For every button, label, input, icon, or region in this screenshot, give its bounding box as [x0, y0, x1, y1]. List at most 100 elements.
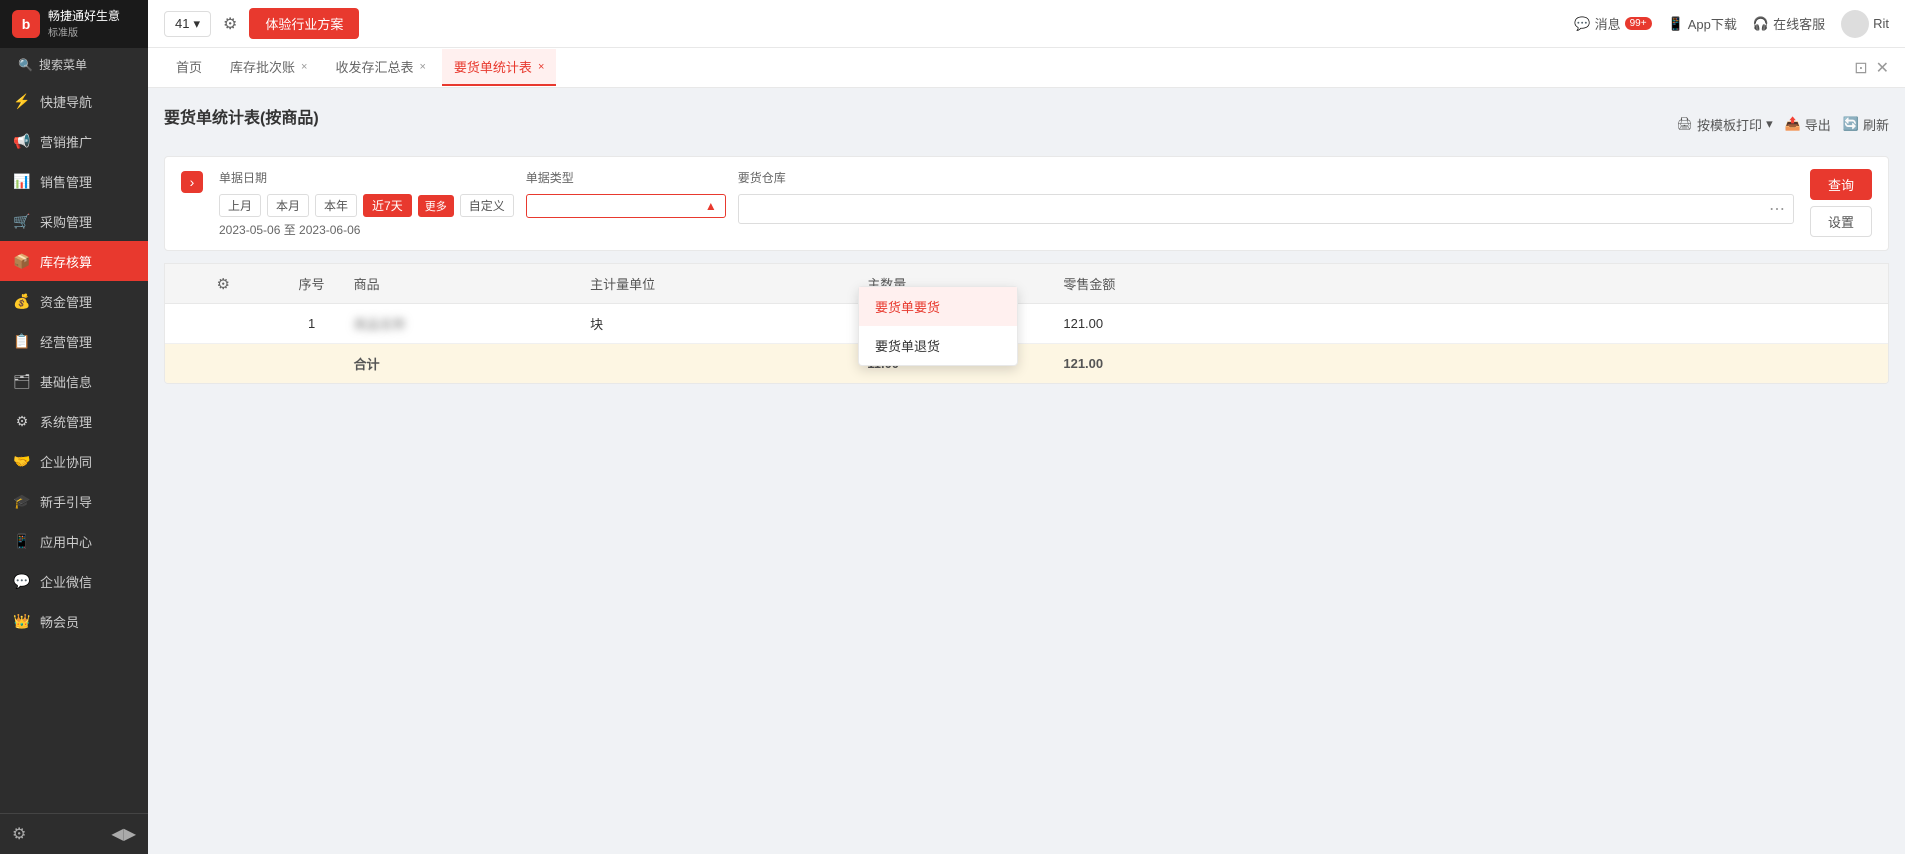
dropdown-item-order-goods-label: 要货单要货 [875, 300, 940, 315]
tab-bar: 首页 库存批次账 × 收发存汇总表 × 要货单统计表 × ⊡ ✕ [148, 48, 1905, 88]
type-select-arrow: ▲ [705, 199, 717, 213]
settings-bottom-icon[interactable]: ⚙ [12, 824, 26, 844]
app-center-label: 应用中心 [40, 532, 92, 551]
col-extra [1288, 264, 1888, 304]
sidebar-item-system[interactable]: ⚙ 系统管理 [0, 401, 148, 441]
sidebar-nav: ⚡ 快捷导航 📢 营销推广 📊 销售管理 🛒 采购管理 📦 库存核算 💰 资金管… [0, 81, 148, 813]
sidebar-item-app-center[interactable]: 📱 应用中心 [0, 521, 148, 561]
search-button[interactable]: 查询 [1810, 169, 1872, 200]
dropdown-item-order-goods[interactable]: 要货单要货 [859, 287, 1017, 326]
sidebar-item-inventory[interactable]: 📦 库存核算 [0, 241, 148, 281]
sidebar-item-finance[interactable]: 💰 资金管理 [0, 281, 148, 321]
table-footer: 合计 11.00 121.00 [165, 344, 1888, 384]
type-filter-label: 单据类型 [526, 169, 726, 186]
app-download-action[interactable]: 📱 App下载 [1668, 14, 1737, 33]
date-btn-last-month[interactable]: 上月 [219, 194, 261, 217]
col-amount: 零售金额 [1051, 264, 1288, 304]
type-filter-group: 单据类型 ▲ [526, 169, 726, 218]
refresh-action[interactable]: 🔄 刷新 [1843, 115, 1889, 134]
header-settings-icon[interactable]: ⚙ [223, 14, 237, 34]
tab-home-label: 首页 [176, 57, 202, 76]
data-table: ⚙ 序号 商品 主计量单位 主数量 零售金额 1 商品名称 [165, 264, 1888, 383]
date-more-badge[interactable]: 更多 [418, 195, 454, 217]
store-select-arrow: ▾ [193, 16, 200, 32]
message-label: 消息 [1595, 14, 1621, 33]
date-filter-group: 单据日期 上月 本月 本年 近7天 更多 自定义 2023-05-06 至 20… [219, 169, 514, 238]
row-unit: 块 [578, 304, 855, 344]
member-icon: 👑 [12, 611, 32, 631]
tab-receivable-summary[interactable]: 收发存汇总表 × [323, 49, 437, 86]
tab-inventory-batch[interactable]: 库存批次账 × [218, 49, 319, 86]
sidebar: b 畅捷通好生意 标准版 🔍 搜索菜单 ⚡ 快捷导航 📢 营销推广 📊 销售管理… [0, 0, 148, 854]
footer-extra [1288, 344, 1888, 384]
sidebar-item-operations[interactable]: 📋 经营管理 [0, 321, 148, 361]
date-btn-this-year[interactable]: 本年 [315, 194, 357, 217]
export-action[interactable]: 📤 导出 [1785, 115, 1831, 134]
trial-button[interactable]: 体验行业方案 [249, 8, 359, 39]
tab-order-stats[interactable]: 要货单统计表 × [442, 49, 556, 86]
sidebar-item-marketing[interactable]: 📢 营销推广 [0, 121, 148, 161]
service-icon: 🎧 [1753, 16, 1769, 32]
sidebar-item-sales[interactable]: 📊 销售管理 [0, 161, 148, 201]
print-dropdown-arrow: ▾ [1766, 116, 1773, 132]
sidebar-item-enterprise[interactable]: 🤝 企业协同 [0, 441, 148, 481]
warehouse-more-icon: ⋯ [1769, 199, 1785, 219]
tab-order-stats-close[interactable]: × [538, 61, 544, 73]
operations-icon: 📋 [12, 331, 32, 351]
tab-collapse-icon[interactable]: ⊡ [1854, 58, 1867, 78]
wechat-label: 企业微信 [40, 572, 92, 591]
date-buttons: 上月 本月 本年 近7天 更多 自定义 [219, 194, 514, 217]
date-btn-custom[interactable]: 自定义 [460, 194, 514, 217]
tab-inventory-batch-close[interactable]: × [301, 61, 307, 73]
inventory-label: 库存核算 [40, 252, 92, 271]
tab-receivable-summary-close[interactable]: × [419, 61, 425, 73]
tab-home[interactable]: 首页 [164, 49, 214, 86]
filter-expand-button[interactable]: › [181, 171, 203, 193]
settings-button[interactable]: 设置 [1810, 206, 1872, 237]
page-title: 要货单统计表(按商品) [164, 104, 319, 128]
finance-label: 资金管理 [40, 292, 92, 311]
col-settings[interactable]: ⚙ [165, 264, 282, 304]
collapse-icon[interactable]: ◀▶ [111, 824, 136, 844]
user-avatar [1841, 10, 1869, 38]
user-name: Rit [1873, 16, 1889, 31]
store-selector[interactable]: 41 ▾ [164, 11, 211, 37]
print-action[interactable]: 🖨 按模板打印 ▾ [1677, 115, 1773, 134]
date-btn-this-month[interactable]: 本月 [267, 194, 309, 217]
sales-label: 销售管理 [40, 172, 92, 191]
date-btn-7days[interactable]: 近7天 [363, 194, 412, 217]
app-center-icon: 📱 [12, 531, 32, 551]
marketing-icon: 📢 [12, 131, 32, 151]
app-logo: b 畅捷通好生意 标准版 [0, 0, 148, 48]
search-menu[interactable]: 🔍 搜索菜单 [0, 48, 148, 81]
col-product: 商品 [342, 264, 579, 304]
logo-icon: b [12, 10, 40, 38]
user-profile[interactable]: Rit [1841, 10, 1889, 38]
online-service-action[interactable]: 🎧 在线客服 [1753, 14, 1825, 33]
footer-unit-col [578, 344, 855, 384]
message-action[interactable]: 💬 消息 99+ [1574, 14, 1651, 33]
sidebar-item-quick-nav[interactable]: ⚡ 快捷导航 [0, 81, 148, 121]
tab-order-stats-label: 要货单统计表 [454, 57, 532, 76]
sidebar-item-member[interactable]: 👑 畅会员 [0, 601, 148, 641]
sidebar-item-purchase[interactable]: 🛒 采购管理 [0, 201, 148, 241]
date-filter-label: 单据日期 [219, 169, 514, 186]
sidebar-item-wechat[interactable]: 💬 企业微信 [0, 561, 148, 601]
operations-label: 经营管理 [40, 332, 92, 351]
search-icon: 🔍 [18, 58, 33, 72]
footer-amount: 121.00 [1051, 344, 1288, 384]
dropdown-item-order-return[interactable]: 要货单退货 [859, 326, 1017, 365]
sidebar-item-guide[interactable]: 🎓 新手引导 [0, 481, 148, 521]
type-dropdown: 要货单要货 要货单退货 [858, 286, 1018, 366]
quick-nav-icon: ⚡ [12, 91, 32, 111]
type-select[interactable]: ▲ [526, 194, 726, 218]
basic-info-label: 基础信息 [40, 372, 92, 391]
col-num: 序号 [282, 264, 342, 304]
guide-label: 新手引导 [40, 492, 92, 511]
message-badge: 99+ [1625, 17, 1652, 30]
product-name: 商品名称 [354, 317, 406, 332]
app-name: 畅捷通好生意 [48, 9, 120, 25]
warehouse-select[interactable]: ⋯ [738, 194, 1794, 224]
sidebar-item-basic-info[interactable]: 🗂 基础信息 [0, 361, 148, 401]
tab-close-all-icon[interactable]: ✕ [1876, 58, 1889, 78]
